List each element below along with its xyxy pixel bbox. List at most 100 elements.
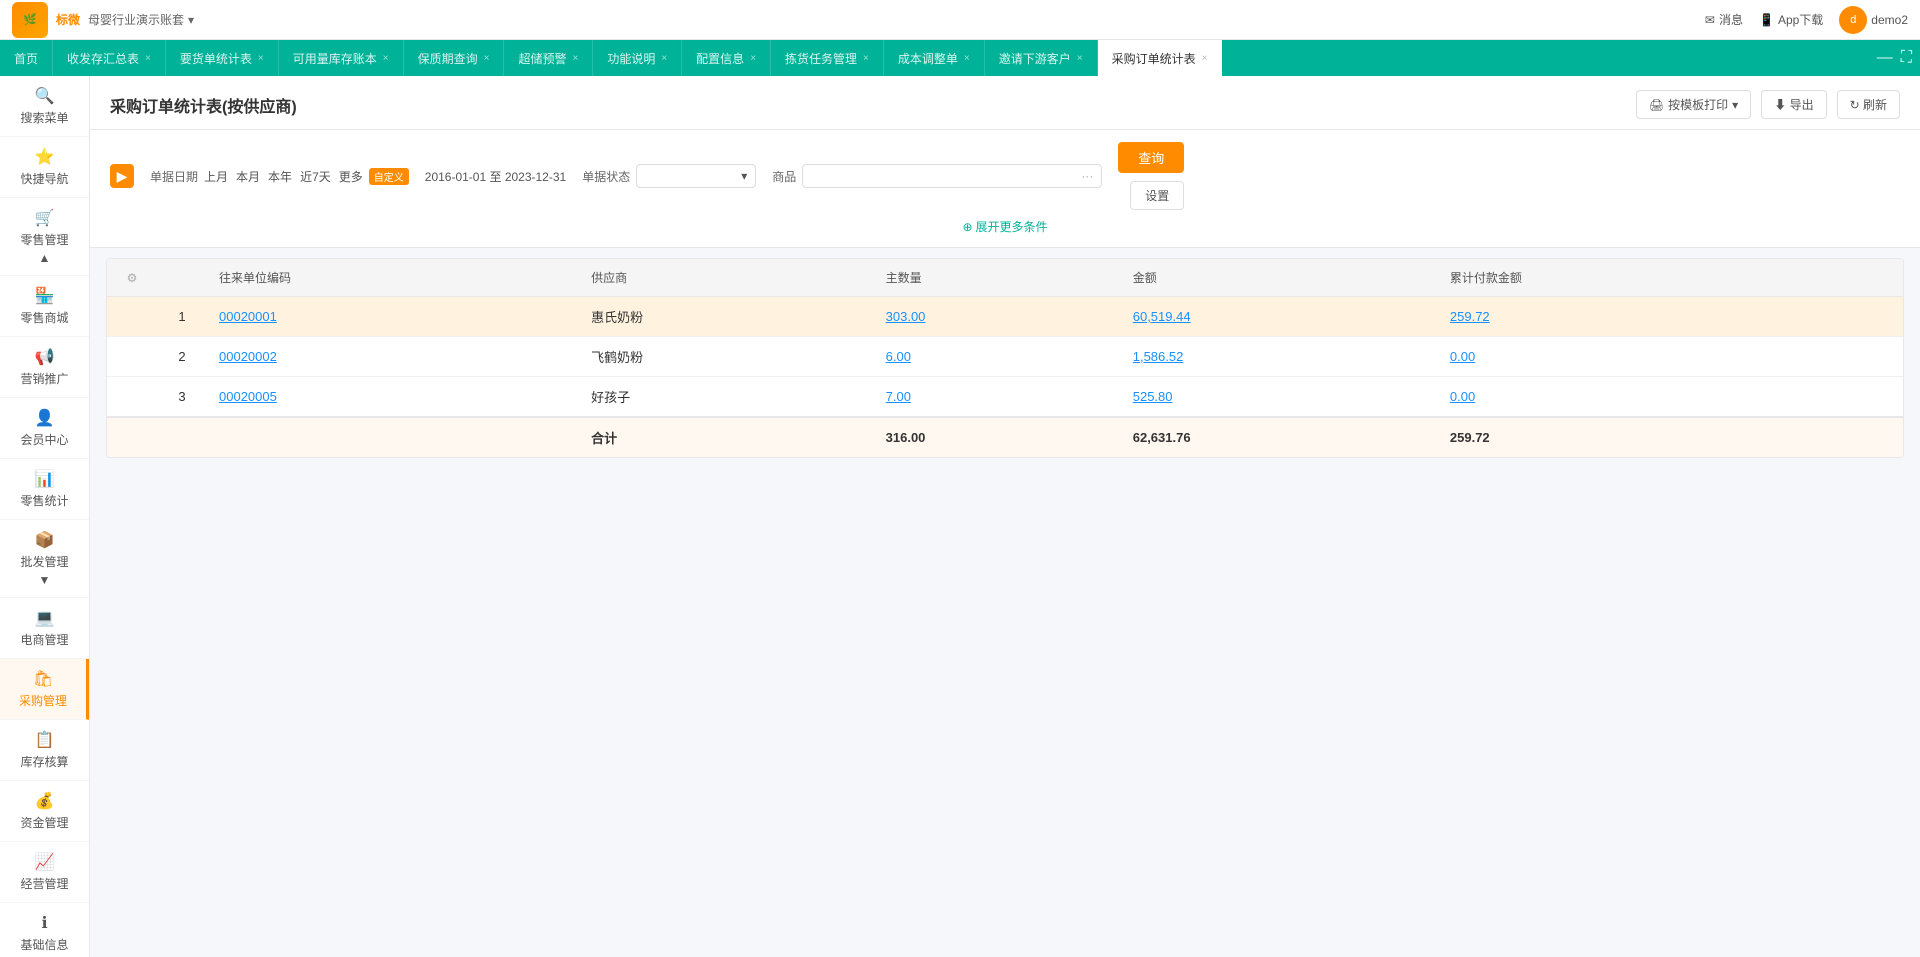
date-filter: 单据日期 上月 本月 本年 近7天 更多 自定义 (150, 168, 409, 185)
row-paid-amount[interactable]: 259.72 (1438, 297, 1810, 337)
row-settings (107, 377, 157, 418)
row-main-qty[interactable]: 6.00 (874, 337, 1121, 377)
row-supplier-code[interactable]: 00020002 (207, 337, 579, 377)
minimize-icon[interactable]: — (1877, 49, 1893, 67)
workspace-label: 母婴行业演示账套 (88, 11, 184, 28)
sidebar-item-shortcut[interactable]: ⭐ 快捷导航 (0, 137, 89, 198)
template-print-button[interactable]: 🖨 按模板打印 ▾ (1636, 90, 1751, 119)
refresh-button[interactable]: ↻ 刷新 (1837, 90, 1900, 119)
tab-purchase-summary-label: 采购订单统计表 (1112, 50, 1196, 67)
ecommerce-icon: 💻 (35, 608, 55, 628)
workspace-selector[interactable]: 母婴行业演示账套 ▾ (88, 11, 194, 28)
status-select[interactable]: ▾ (636, 164, 756, 188)
close-icon[interactable]: × (750, 53, 756, 64)
tab-expiry-query[interactable]: 保质期查询 × (404, 40, 505, 76)
shortcut-this-month[interactable]: 本月 (236, 168, 260, 185)
filter-row-2: ⊕ 展开更多条件 (110, 218, 1900, 235)
row-amount[interactable]: 1,586.52 (1121, 337, 1438, 377)
close-icon[interactable]: × (1202, 53, 1208, 64)
tab-order-summary[interactable]: 要货单统计表 × (166, 40, 279, 76)
sidebar-item-search[interactable]: 🔍 搜索菜单 (0, 76, 89, 137)
sidebar-item-basic-info[interactable]: ℹ 基础信息 (0, 903, 89, 957)
tab-func-desc[interactable]: 功能说明 × (593, 40, 682, 76)
expand-label: 展开更多条件 (976, 218, 1048, 235)
row-supplier-code[interactable]: 00020005 (207, 377, 579, 418)
table-row: 1 00020001 惠氏奶粉 303.00 60,519.44 259.72 (107, 297, 1903, 337)
row-amount[interactable]: 525.80 (1121, 377, 1438, 418)
row-settings (107, 297, 157, 337)
ellipsis-icon: ··· (1081, 169, 1093, 183)
shortcut-7days[interactable]: 近7天 (300, 168, 331, 185)
tab-receive-summary-label: 收发存汇总表 (67, 50, 139, 67)
tab-receive-summary[interactable]: 收发存汇总表 × (53, 40, 166, 76)
sidebar-item-purchase[interactable]: 🛍 采购管理 (0, 659, 89, 720)
shortcut-more[interactable]: 更多 (339, 168, 363, 185)
tab-config[interactable]: 配置信息 × (682, 40, 771, 76)
close-icon[interactable]: × (661, 53, 667, 64)
sidebar-item-search-label: 搜索菜单 (20, 109, 68, 126)
row-paid-amount[interactable]: 0.00 (1438, 337, 1810, 377)
export-label: 导出 (1790, 98, 1814, 112)
sidebar-item-finance[interactable]: 💰 资金管理 (0, 781, 89, 842)
row-paid-amount[interactable]: 0.00 (1438, 377, 1810, 418)
export-button[interactable]: ⬇ 导出 (1761, 90, 1826, 119)
goods-label: 商品 (772, 168, 796, 185)
shortcut-last-month[interactable]: 上月 (204, 168, 228, 185)
user-profile[interactable]: d demo2 (1839, 6, 1908, 34)
extra-col-header (1810, 259, 1903, 297)
row-seq: 3 (157, 377, 207, 418)
sidebar-item-operations[interactable]: 📈 经营管理 (0, 842, 89, 903)
tab-inventory-ledger[interactable]: 可用量库存账本 × (279, 40, 404, 76)
sidebar-item-inventory[interactable]: 📋 库存核算 (0, 720, 89, 781)
close-icon[interactable]: × (863, 53, 869, 64)
sidebar-item-retail[interactable]: 🛒 零售管理 ▲ (0, 198, 89, 276)
close-icon[interactable]: × (484, 53, 490, 64)
close-icon[interactable]: × (145, 53, 151, 64)
tab-purchase-summary[interactable]: 采购订单统计表 × (1098, 40, 1223, 76)
row-seq: 2 (157, 337, 207, 377)
sidebar-item-retail-label: 零售管理 (20, 231, 68, 248)
avatar: d (1839, 6, 1867, 34)
tab-cost-adjust[interactable]: 成本调整单 × (884, 40, 985, 76)
status-filter: 单据状态 ▾ (582, 164, 756, 188)
row-main-qty[interactable]: 303.00 (874, 297, 1121, 337)
gear-icon[interactable]: ⚙ (127, 271, 138, 285)
search-button[interactable]: 查询 (1118, 142, 1184, 173)
message-button[interactable]: ✉ 消息 (1705, 11, 1743, 28)
sidebar-item-ecommerce[interactable]: 💻 电商管理 (0, 598, 89, 659)
goods-input[interactable]: ··· (802, 164, 1102, 188)
app-download-button[interactable]: 📱 App下载 (1759, 11, 1823, 28)
sidebar-item-marketing[interactable]: 📢 营销推广 (0, 337, 89, 398)
close-icon[interactable]: × (383, 53, 389, 64)
sidebar-item-wholesale[interactable]: 📦 批发管理 ▼ (0, 520, 89, 598)
row-supplier-code[interactable]: 00020001 (207, 297, 579, 337)
close-icon[interactable]: × (1077, 53, 1083, 64)
close-icon[interactable]: × (964, 53, 970, 64)
row-main-qty[interactable]: 7.00 (874, 377, 1121, 418)
table-row: 3 00020005 好孩子 7.00 525.80 0.00 (107, 377, 1903, 418)
footer-label: 合计 (579, 417, 874, 457)
tab-overstock[interactable]: 超储预警 × (504, 40, 593, 76)
expand-filter-button[interactable]: ⊕ 展开更多条件 (962, 218, 1047, 235)
maximize-icon[interactable]: ⛶ (1901, 49, 1912, 67)
sidebar-item-inventory-label: 库存核算 (20, 753, 68, 770)
settings-button[interactable]: 设置 (1130, 181, 1184, 210)
template-print-label: 按模板打印 (1668, 96, 1728, 113)
tab-home[interactable]: 首页 (0, 40, 53, 76)
toggle-filter-button[interactable]: ▶ (110, 164, 134, 188)
sidebar-item-retail-shop-label: 零售商城 (20, 309, 68, 326)
shortcut-this-year[interactable]: 本年 (268, 168, 292, 185)
top-bar-right: ✉ 消息 📱 App下载 d demo2 (1705, 6, 1908, 34)
tab-pick-task[interactable]: 拣货任务管理 × (771, 40, 884, 76)
tab-invite-customer[interactable]: 邀请下游客户 × (985, 40, 1098, 76)
row-amount[interactable]: 60,519.44 (1121, 297, 1438, 337)
wholesale-icon: 📦 (35, 530, 55, 550)
sidebar-item-retail-shop[interactable]: 🏪 零售商城 (0, 276, 89, 337)
sidebar-item-member-label: 会员中心 (20, 431, 68, 448)
sidebar-item-retail-stat[interactable]: 📊 零售统计 (0, 459, 89, 520)
action-group: 查询 设置 (1118, 142, 1184, 210)
close-icon[interactable]: × (258, 53, 264, 64)
sidebar-item-member[interactable]: 👤 会员中心 (0, 398, 89, 459)
close-icon[interactable]: × (572, 53, 578, 64)
table-section: ⚙ 往来单位编码 供应商 主数量 金额 累计付款金额 1 (106, 258, 1904, 458)
